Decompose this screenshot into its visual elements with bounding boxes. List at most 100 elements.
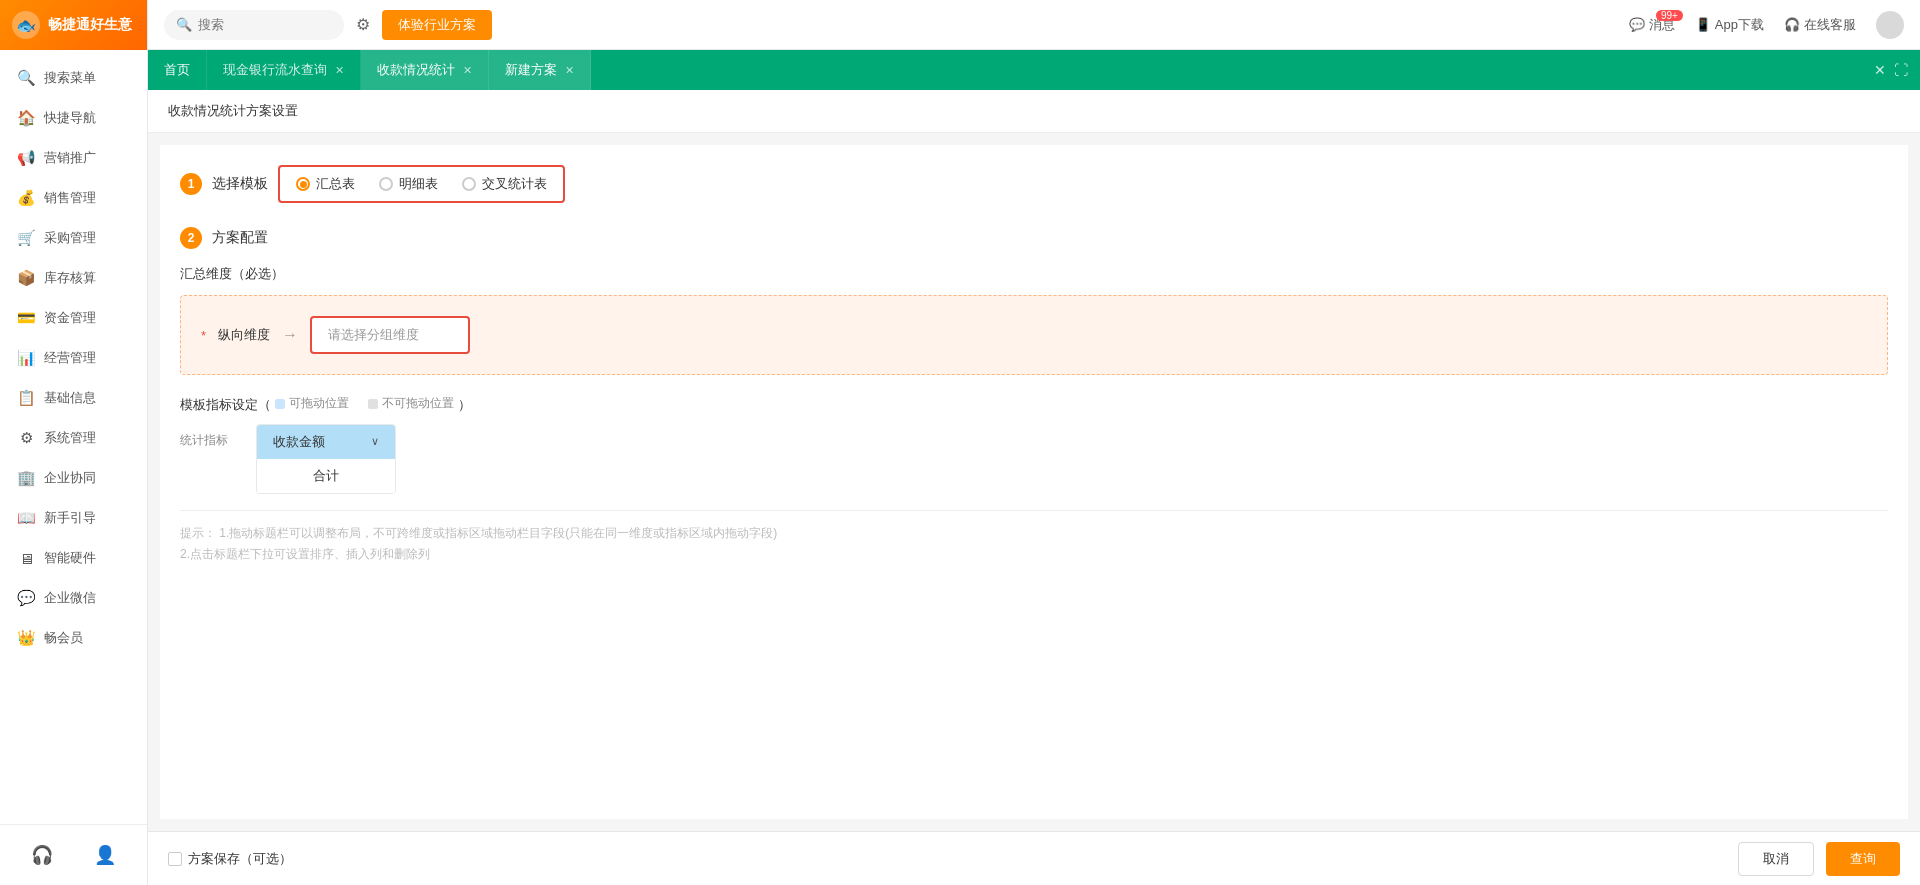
sidebar-item-basic-info[interactable]: 📋 基础信息	[0, 378, 147, 418]
gear-icon[interactable]: ⚙	[356, 15, 370, 34]
sidebar-item-label: 系统管理	[44, 429, 96, 447]
step1-header: 1 选择模板 汇总表 明细表 交叉统计表	[180, 165, 1888, 203]
draggable-label: 可拖动位置	[289, 395, 349, 412]
query-button[interactable]: 查询	[1826, 842, 1900, 876]
tab-receipt-close[interactable]: ✕	[463, 65, 472, 76]
download-label: App下载	[1715, 16, 1764, 34]
tabs-right: ✕ ⛶	[1862, 50, 1920, 90]
search-icon: 🔍	[176, 17, 192, 32]
tab-receipt-stat[interactable]: 收款情况统计 ✕	[361, 50, 489, 90]
sidebar-item-hardware[interactable]: 🖥 智能硬件	[0, 538, 147, 578]
window-maximize-btn[interactable]: ⛶	[1894, 62, 1908, 78]
window-close-btn[interactable]: ✕	[1874, 62, 1886, 78]
metric-table-area: 统计指标 收款金额 ∨ 合计	[180, 424, 1888, 494]
download-icon: 📱	[1695, 17, 1711, 32]
sidebar-nav: 🔍 搜索菜单 🏠 快捷导航 📢 营销推广 💰 销售管理 🛒 采购管理 📦 库存核…	[0, 50, 147, 824]
step1-section: 1 选择模板 汇总表 明细表 交叉统计表	[180, 165, 1888, 203]
tab-new-plan[interactable]: 新建方案 ✕	[489, 50, 591, 90]
service-item[interactable]: 🎧 在线客服	[1784, 16, 1856, 34]
radio-detail[interactable]: 明细表	[379, 175, 438, 193]
tab-cashflow-close[interactable]: ✕	[335, 65, 344, 76]
dimension-placeholder: 请选择分组维度	[328, 327, 419, 342]
metric-label-prefix: 模板指标设定（	[180, 397, 271, 412]
radio-cross[interactable]: 交叉统计表	[462, 175, 547, 193]
stats-table-body: 合计	[257, 459, 395, 493]
sidebar-item-inventory[interactable]: 📦 库存核算	[0, 258, 147, 298]
radio-cross-label: 交叉统计表	[482, 175, 547, 193]
sidebar-item-quicknav[interactable]: 🏠 快捷导航	[0, 98, 147, 138]
marketing-icon: 📢	[16, 148, 36, 168]
cancel-button[interactable]: 取消	[1738, 842, 1814, 876]
metric-section-label: 统计指标	[180, 433, 228, 447]
sidebar-item-label: 企业微信	[44, 589, 96, 607]
bottom-actions: 取消 查询	[1738, 842, 1900, 876]
breadcrumb: 收款情况统计方案设置	[168, 103, 298, 118]
weixin-icon: 💬	[16, 588, 36, 608]
dimension-select[interactable]: 请选择分组维度	[310, 316, 470, 354]
dimension-config-label: 汇总维度（必选）	[180, 265, 1888, 283]
sidebar: 🐟 畅捷通好生意 🔍 搜索菜单 🏠 快捷导航 📢 营销推广 💰 销售管理 🛒 采…	[0, 0, 148, 885]
dimension-row-label: 纵向维度	[218, 326, 270, 344]
service-label: 在线客服	[1804, 16, 1856, 34]
tips-section: 提示： 1.拖动标题栏可以调整布局，不可跨维度或指标区域拖动栏目字段(只能在同一…	[180, 510, 1888, 566]
radio-summary[interactable]: 汇总表	[296, 175, 355, 193]
system-icon: ⚙	[16, 428, 36, 448]
radio-summary-circle	[296, 177, 310, 191]
dimension-required-mark: *	[201, 328, 206, 343]
not-draggable-hint: 不可拖动位置	[368, 395, 454, 412]
step2-title: 方案配置	[212, 229, 268, 247]
trial-button[interactable]: 体验行业方案	[382, 10, 492, 40]
not-draggable-label: 不可拖动位置	[382, 395, 454, 412]
sidebar-item-guide[interactable]: 📖 新手引导	[0, 498, 147, 538]
download-item[interactable]: 📱 App下载	[1695, 16, 1764, 34]
sidebar-item-enterprise[interactable]: 🏢 企业协同	[0, 458, 147, 498]
main-card: 1 选择模板 汇总表 明细表 交叉统计表	[160, 145, 1908, 819]
tips-title: 提示：	[180, 526, 216, 540]
metric-settings: 模板指标设定（ 可拖动位置 不可拖动位置 ）	[180, 395, 1888, 494]
sidebar-item-label: 智能硬件	[44, 549, 96, 567]
sidebar-item-finance[interactable]: 💳 资金管理	[0, 298, 147, 338]
sidebar-item-system[interactable]: ⚙ 系统管理	[0, 418, 147, 458]
col-dropdown-icon[interactable]: ∨	[371, 435, 379, 448]
sidebar-item-label: 资金管理	[44, 309, 96, 327]
step1-title: 选择模板	[212, 175, 268, 193]
sidebar-item-member[interactable]: 👑 畅会员	[0, 618, 147, 658]
sidebar-item-label: 采购管理	[44, 229, 96, 247]
search-input[interactable]	[198, 17, 328, 32]
save-checkbox-item[interactable]: 方案保存（可选）	[168, 850, 292, 868]
sidebar-item-weixin[interactable]: 💬 企业微信	[0, 578, 147, 618]
brand-name: 畅捷通好生意	[48, 16, 132, 34]
sidebar-item-purchase[interactable]: 🛒 采购管理	[0, 218, 147, 258]
col-header-label: 收款金额	[273, 433, 325, 451]
tab-receipt-label: 收款情况统计	[377, 61, 455, 79]
inventory-icon: 📦	[16, 268, 36, 288]
basic-info-icon: 📋	[16, 388, 36, 408]
sidebar-item-search[interactable]: 🔍 搜索菜单	[0, 58, 147, 98]
tab-cashflow-label: 现金银行流水查询	[223, 61, 327, 79]
sidebar-footer: 🎧 👤	[0, 824, 147, 885]
user-avatar[interactable]	[1876, 11, 1904, 39]
footer-item-1[interactable]: 🎧	[22, 835, 62, 875]
tab-cashflow[interactable]: 现金银行流水查询 ✕	[207, 50, 361, 90]
tab-new-plan-close[interactable]: ✕	[565, 65, 574, 76]
purchase-icon: 🛒	[16, 228, 36, 248]
tab-home[interactable]: 首页	[148, 50, 207, 90]
sidebar-item-marketing[interactable]: 📢 营销推广	[0, 138, 147, 178]
search-menu-icon: 🔍	[16, 68, 36, 88]
topbar: 🔍 ⚙ 体验行业方案 💬 消息 99+ 📱 App下载 🎧 在线客服	[148, 0, 1920, 50]
tip-item-2: 2.点击标题栏下拉可设置排序、插入列和删除列	[180, 544, 1888, 566]
sidebar-item-sales[interactable]: 💰 销售管理	[0, 178, 147, 218]
footer-item-2[interactable]: 👤	[85, 835, 125, 875]
tabs-bar: 首页 现金银行流水查询 ✕ 收款情况统计 ✕ 新建方案 ✕ ✕ ⛶	[148, 50, 1920, 90]
message-item[interactable]: 💬 消息 99+	[1629, 16, 1675, 34]
sidebar-item-label: 畅会员	[44, 629, 83, 647]
metric-section-label-area: 统计指标	[180, 424, 240, 494]
search-box[interactable]: 🔍	[164, 10, 344, 40]
step2-section: 2 方案配置 汇总维度（必选） * 纵向维度 → 请选择分组维度	[180, 227, 1888, 566]
message-icon: 💬	[1629, 17, 1645, 32]
draggable-hint: 可拖动位置	[275, 395, 349, 412]
sidebar-item-management[interactable]: 📊 经营管理	[0, 338, 147, 378]
tip-text-2: 2.点击标题栏下拉可设置排序、插入列和删除列	[180, 547, 430, 561]
sidebar-item-label: 经营管理	[44, 349, 96, 367]
save-checkbox[interactable]	[168, 852, 182, 866]
